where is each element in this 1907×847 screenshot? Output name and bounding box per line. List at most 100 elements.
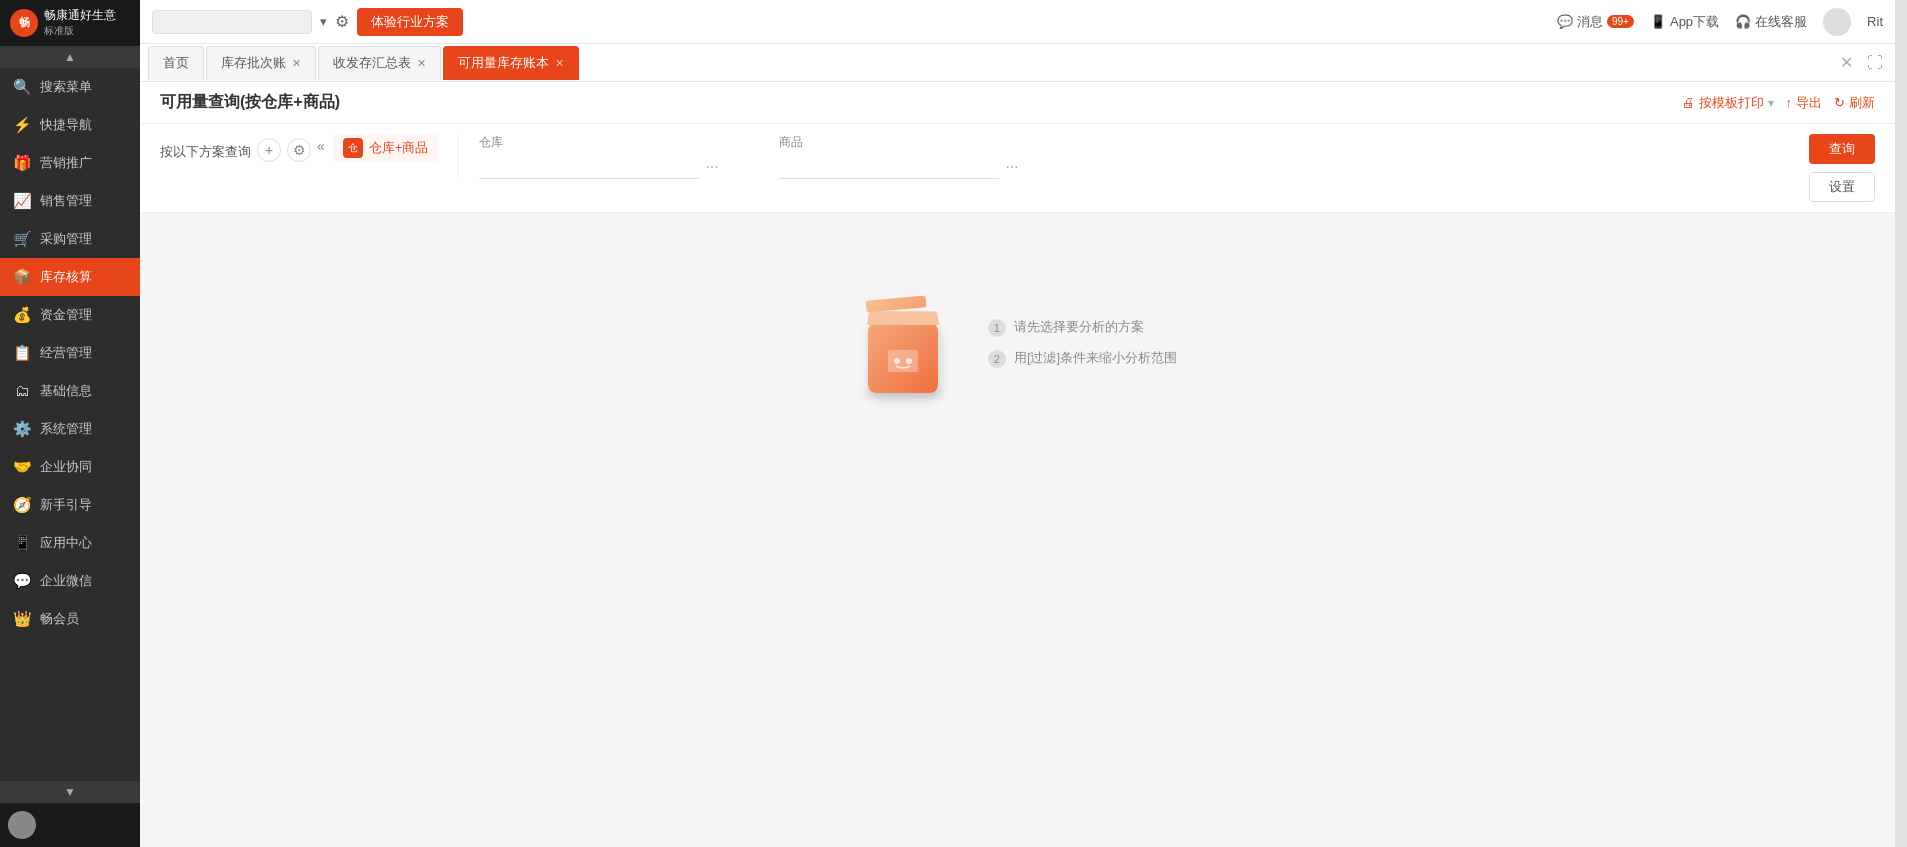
tab-summary[interactable]: 收发存汇总表 ✕ — [318, 46, 441, 80]
tab-batch-label: 库存批次账 — [221, 54, 286, 72]
tab-home[interactable]: 首页 — [148, 46, 204, 80]
refresh-button[interactable]: ↻ 刷新 — [1834, 94, 1875, 112]
sidebar-item-finance[interactable]: 💰 资金管理 — [0, 296, 140, 334]
export-label: 导出 — [1796, 94, 1822, 112]
svg-point-1 — [894, 358, 900, 364]
sidebar-label-basic: 基础信息 — [40, 382, 92, 400]
empty-illustration — [858, 293, 958, 393]
online-service-button[interactable]: 🎧 在线客服 — [1735, 13, 1807, 31]
search-icon: 🔍 — [12, 78, 32, 96]
sidebar-label-shortcut: 快捷导航 — [40, 116, 92, 134]
message-icon: 💬 — [1557, 14, 1573, 29]
sidebar-label-inventory: 库存核算 — [40, 268, 92, 286]
warehouse-more-button[interactable]: ··· — [705, 158, 718, 176]
warehouse-field-row: ··· — [479, 155, 759, 179]
sidebar-nav: 🔍 搜索菜单 ⚡ 快捷导航 🎁 营销推广 📈 销售管理 🛒 采购管理 📦 库存核… — [0, 68, 140, 781]
tab-home-label: 首页 — [163, 54, 189, 72]
sidebar-scroll-up[interactable]: ▲ — [0, 46, 140, 68]
sidebar-item-purchase[interactable]: 🛒 采购管理 — [0, 220, 140, 258]
sidebar-item-shortcut[interactable]: ⚡ 快捷导航 — [0, 106, 140, 144]
settings-gear-button[interactable]: ⚙ — [335, 12, 349, 31]
sidebar-item-operations[interactable]: 📋 经营管理 — [0, 334, 140, 372]
sidebar-label-system: 系统管理 — [40, 420, 92, 438]
print-button[interactable]: 🖨 按模板打印 ▾ — [1682, 94, 1774, 112]
tip-num-1: 1 — [988, 319, 1006, 337]
filter-collapse-button[interactable]: « — [317, 138, 325, 154]
page-content: 可用量查询(按仓库+商品) 🖨 按模板打印 ▾ ↑ 导出 ↻ 刷新 — [140, 82, 1895, 847]
filter-add-button[interactable]: + — [257, 138, 281, 162]
sidebar-item-member[interactable]: 👑 畅会员 — [0, 600, 140, 638]
basic-icon: 🗂 — [12, 382, 32, 399]
print-dropdown-icon[interactable]: ▾ — [1768, 96, 1774, 110]
empty-state: 1 请先选择要分析的方案 2 用[过滤]条件来缩小分析范围 — [140, 213, 1895, 473]
sidebar-item-basic[interactable]: 🗂 基础信息 — [0, 372, 140, 410]
sidebar-label-apps: 应用中心 — [40, 534, 92, 552]
marketing-icon: 🎁 — [12, 154, 32, 172]
filter-setting-button[interactable]: ⚙ — [287, 138, 311, 162]
sidebar-item-enterprise[interactable]: 🤝 企业协同 — [0, 448, 140, 486]
user-name: Rit — [1867, 14, 1883, 29]
product-more-button[interactable]: ··· — [1005, 158, 1018, 176]
inventory-icon: 📦 — [12, 268, 32, 286]
right-scrollbar[interactable] — [1895, 0, 1907, 847]
product-input[interactable] — [779, 155, 999, 179]
user-avatar-topbar[interactable] — [1823, 8, 1851, 36]
dropdown-button[interactable]: ▾ — [320, 14, 327, 29]
sidebar-item-wechat[interactable]: 💬 企业微信 — [0, 562, 140, 600]
query-button[interactable]: 查询 — [1809, 134, 1875, 164]
apps-icon: 📱 — [12, 534, 32, 552]
sales-icon: 📈 — [12, 192, 32, 210]
message-badge: 99+ — [1607, 15, 1634, 28]
refresh-label: 刷新 — [1849, 94, 1875, 112]
sidebar-item-apps[interactable]: 📱 应用中心 — [0, 524, 140, 562]
svg-point-2 — [906, 358, 912, 364]
sidebar-subtitle: 标准版 — [44, 24, 116, 38]
tab-batch[interactable]: 库存批次账 ✕ — [206, 46, 316, 80]
page-title: 可用量查询(按仓库+商品) — [160, 92, 340, 113]
sidebar-item-guide[interactable]: 🧭 新手引导 — [0, 486, 140, 524]
tab-close-all-button[interactable]: ✕ — [1832, 53, 1861, 72]
sidebar-header: 畅 畅康通好生意 标准版 — [0, 0, 140, 46]
guide-icon: 🧭 — [12, 496, 32, 514]
sidebar-item-sales[interactable]: 📈 销售管理 — [0, 182, 140, 220]
page-settings-button[interactable]: 设置 — [1809, 172, 1875, 202]
tab-available[interactable]: 可用量库存账本 ✕ — [443, 46, 579, 80]
app-download-icon: 📱 — [1650, 14, 1666, 29]
export-button[interactable]: ↑ 导出 — [1786, 94, 1823, 112]
sidebar-item-search[interactable]: 🔍 搜索菜单 — [0, 68, 140, 106]
message-button[interactable]: 💬 消息 99+ — [1557, 13, 1634, 31]
tab-available-close-icon[interactable]: ✕ — [555, 57, 564, 70]
sidebar-item-marketing[interactable]: 🎁 营销推广 — [0, 144, 140, 182]
sidebar-item-inventory[interactable]: 📦 库存核算 — [0, 258, 140, 296]
enterprise-icon: 🤝 — [12, 458, 32, 476]
product-field: 商品 ··· — [779, 134, 1059, 179]
tab-summary-close-icon[interactable]: ✕ — [417, 57, 426, 70]
empty-tips: 1 请先选择要分析的方案 2 用[过滤]条件来缩小分析范围 — [988, 318, 1177, 368]
sidebar-label-purchase: 采购管理 — [40, 230, 92, 248]
scheme-item-warehouse-product[interactable]: 仓 仓库+商品 — [333, 134, 439, 162]
tab-expand-button[interactable]: ⛶ — [1863, 54, 1887, 72]
app-download-button[interactable]: 📱 App下载 — [1650, 13, 1719, 31]
sidebar-item-system[interactable]: ⚙️ 系统管理 — [0, 410, 140, 448]
purchase-icon: 🛒 — [12, 230, 32, 248]
tip-text-1: 请先选择要分析的方案 — [1014, 318, 1144, 336]
online-service-icon: 🎧 — [1735, 14, 1751, 29]
tab-available-label: 可用量库存账本 — [458, 54, 549, 72]
wechat-icon: 💬 — [12, 572, 32, 590]
sidebar-label-member: 畅会员 — [40, 610, 79, 628]
trial-button[interactable]: 体验行业方案 — [357, 8, 463, 36]
sidebar-scroll-down[interactable]: ▼ — [0, 781, 140, 803]
operations-icon: 📋 — [12, 344, 32, 362]
search-input[interactable] — [152, 10, 312, 34]
sidebar-label-wechat: 企业微信 — [40, 572, 92, 590]
tab-batch-close-icon[interactable]: ✕ — [292, 57, 301, 70]
filter-label: 按以下方案查询 — [160, 138, 251, 161]
finance-icon: 💰 — [12, 306, 32, 324]
empty-state-content: 1 请先选择要分析的方案 2 用[过滤]条件来缩小分析范围 — [858, 293, 1177, 393]
warehouse-field-label: 仓库 — [479, 134, 759, 151]
sidebar-user[interactable] — [0, 803, 140, 847]
sidebar-label-marketing: 营销推广 — [40, 154, 92, 172]
box-face-icon — [883, 338, 923, 378]
print-label: 按模板打印 — [1699, 94, 1764, 112]
warehouse-input[interactable] — [479, 155, 699, 179]
